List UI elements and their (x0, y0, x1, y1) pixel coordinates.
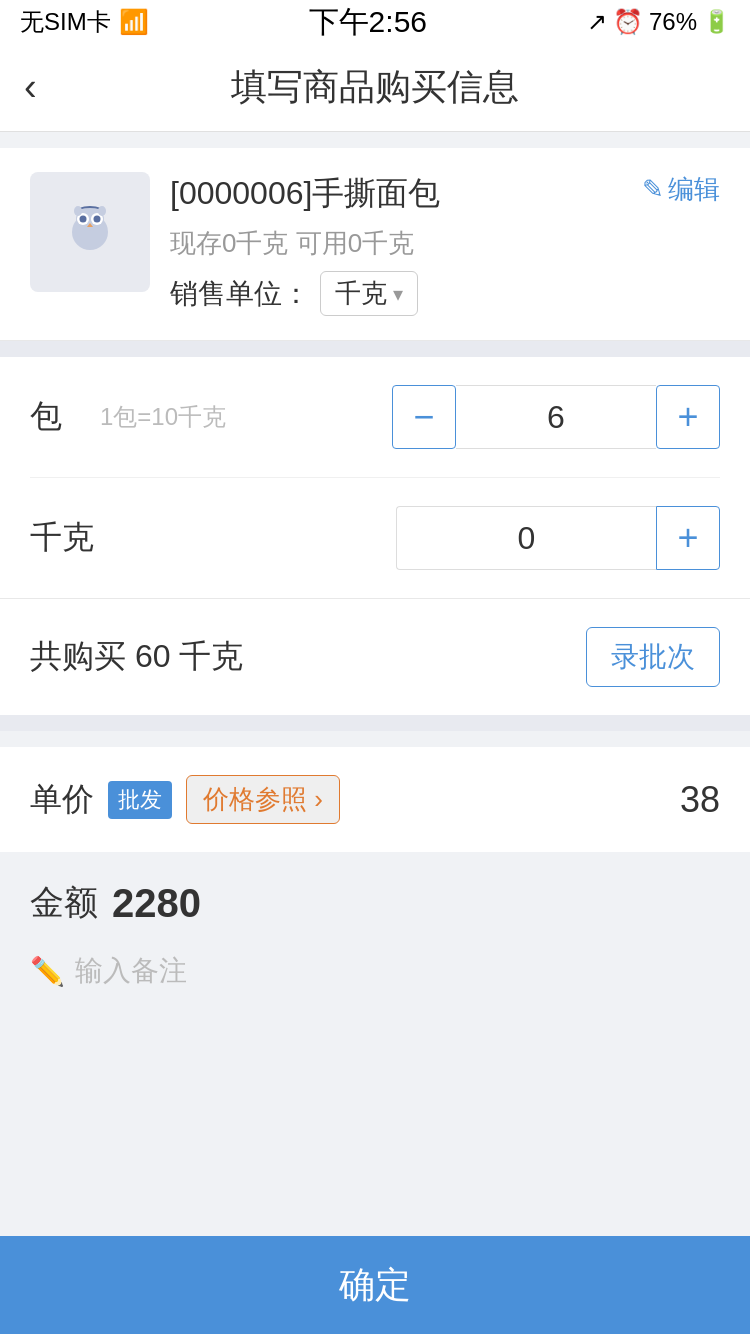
total-text: 共购买 60 千克 (30, 635, 243, 679)
product-info: [0000006]手撕面包 现存0千克 可用0千克 销售单位： 千克 ▾ (170, 172, 720, 316)
quantity-section: 包 1包=10千克 − + 千克 + (0, 357, 750, 598)
page-title: 填写商品购买信息 (231, 63, 519, 112)
owl-icon (60, 197, 120, 268)
svg-point-4 (80, 215, 87, 222)
amount-section: 金额 2280 ✏️ 输入备注 (0, 852, 750, 1014)
quantity-input-kg[interactable] (396, 506, 656, 570)
batch-button[interactable]: 录批次 (586, 627, 720, 687)
price-section: 单价 批发 价格参照 › 38 (0, 747, 750, 852)
amount-label: 金额 (30, 880, 98, 926)
edit-button[interactable]: ✎ 编辑 (642, 172, 720, 207)
quantity-row-bao: 包 1包=10千克 − + (30, 357, 720, 478)
price-ref-button[interactable]: 价格参照 › (186, 775, 340, 824)
quantity-hint-bao: 1包=10千克 (100, 401, 392, 433)
product-unit-row: 销售单位： 千克 ▾ (170, 271, 720, 316)
price-value: 38 (680, 779, 720, 821)
battery-label: 76% (649, 8, 697, 36)
battery-icon: 🔋 (703, 9, 730, 35)
separator-1 (0, 341, 750, 357)
location-icon: ↗ (587, 8, 607, 36)
quantity-label-kg: 千克 (30, 516, 94, 560)
status-right: ↗ ⏰ 76% 🔋 (587, 8, 730, 36)
svg-point-7 (74, 206, 82, 216)
quantity-controls-kg: + (396, 506, 720, 570)
alarm-icon: ⏰ (613, 8, 643, 36)
total-section: 共购买 60 千克 录批次 (0, 598, 750, 715)
unit-selector[interactable]: 千克 ▾ (320, 271, 418, 316)
edit-label: 编辑 (668, 172, 720, 207)
quantity-input-bao[interactable] (456, 385, 656, 449)
quantity-label-bao: 包 (30, 395, 90, 439)
product-stock: 现存0千克 可用0千克 (170, 226, 720, 261)
increase-kg-button[interactable]: + (656, 506, 720, 570)
unit-value: 千克 (335, 276, 387, 311)
decrease-bao-button[interactable]: − (392, 385, 456, 449)
status-bar: 无SIM卡 📶 下午2:56 ↗ ⏰ 76% 🔋 (0, 0, 750, 44)
status-time: 下午2:56 (309, 2, 427, 43)
product-image (30, 172, 150, 292)
pencil-icon: ✏️ (30, 955, 65, 988)
amount-row: 金额 2280 (30, 880, 720, 926)
nav-bar: ‹ 填写商品购买信息 (0, 44, 750, 132)
confirm-button[interactable]: 确定 (0, 1236, 750, 1334)
quantity-row-kg: 千克 + (30, 478, 720, 598)
separator-2 (0, 715, 750, 731)
back-button[interactable]: ‹ (24, 66, 37, 109)
amount-value: 2280 (112, 881, 201, 926)
unit-label: 销售单位： (170, 275, 310, 313)
chevron-down-icon: ▾ (393, 282, 403, 306)
svg-point-8 (98, 206, 106, 216)
svg-point-5 (94, 215, 101, 222)
price-tag: 批发 (108, 781, 172, 819)
status-left: 无SIM卡 📶 (20, 6, 149, 38)
wifi-icon: 📶 (119, 8, 149, 36)
carrier-label: 无SIM卡 (20, 6, 111, 38)
increase-bao-button[interactable]: + (656, 385, 720, 449)
product-name: [0000006]手撕面包 (170, 172, 720, 216)
remark-row[interactable]: ✏️ 输入备注 (30, 942, 720, 1000)
edit-icon: ✎ (642, 174, 664, 205)
remark-placeholder: 输入备注 (75, 952, 187, 990)
product-card: [0000006]手撕面包 现存0千克 可用0千克 销售单位： 千克 ▾ ✎ 编… (0, 148, 750, 341)
price-label: 单价 (30, 778, 94, 822)
quantity-controls-bao: − + (392, 385, 720, 449)
